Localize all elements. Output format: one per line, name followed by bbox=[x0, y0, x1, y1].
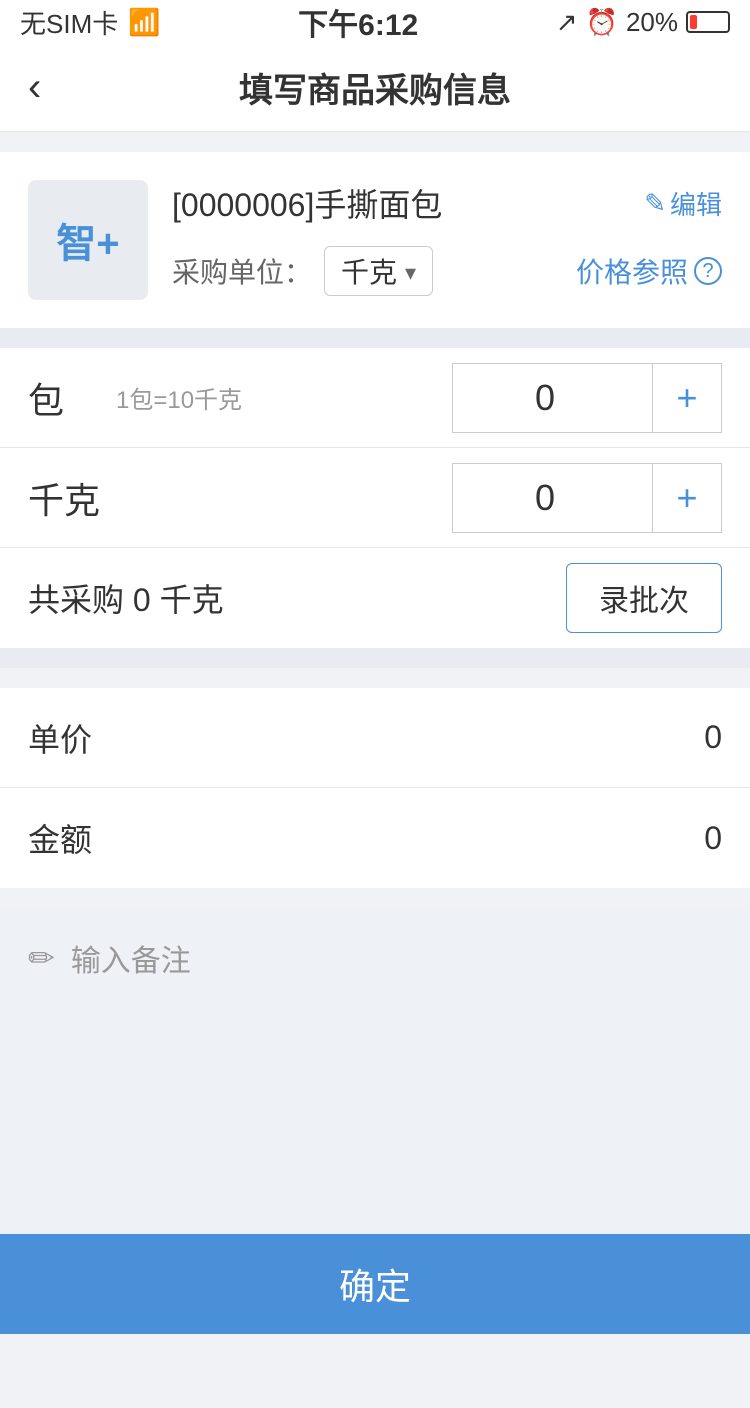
quantity-plus-kg[interactable]: + bbox=[652, 463, 722, 533]
status-right: ↗ ⏰ 20% bbox=[556, 7, 730, 38]
status-left: 无SIM卡 📶 bbox=[20, 4, 161, 41]
unit-value: 千克 bbox=[341, 251, 397, 291]
note-pencil-icon: ✏ bbox=[28, 939, 55, 977]
quantity-input-wrap-kg: + bbox=[452, 463, 722, 533]
divider-2 bbox=[0, 648, 750, 668]
total-text: 共采购 0 千克 bbox=[28, 575, 224, 621]
unit-price-value: 0 bbox=[704, 719, 722, 756]
alarm-icon: ⏰ bbox=[586, 7, 618, 38]
product-name: [0000006]手撕面包 bbox=[172, 180, 442, 226]
price-ref-label: 价格参照 bbox=[576, 251, 688, 291]
amount-value: 0 bbox=[704, 820, 722, 857]
product-image: 智+ bbox=[28, 180, 148, 300]
quantity-input-kg[interactable] bbox=[452, 463, 652, 533]
edit-label: 编辑 bbox=[670, 185, 722, 222]
unit-row: 采购单位： 千克 价格参照 ? bbox=[172, 246, 722, 296]
note-placeholder: 输入备注 bbox=[71, 936, 191, 980]
battery-icon bbox=[686, 11, 730, 33]
quantity-label-bag: 包 bbox=[28, 372, 108, 424]
quantity-row-bag: 包 1包=10千克 + bbox=[0, 348, 750, 448]
unit-dropdown[interactable]: 千克 bbox=[324, 246, 433, 296]
amount-label: 金额 bbox=[28, 815, 92, 861]
edit-button[interactable]: 编辑 bbox=[644, 185, 722, 222]
divider-1 bbox=[0, 328, 750, 348]
record-batch-button[interactable]: 录批次 bbox=[566, 563, 722, 633]
quantity-label-kg: 千克 bbox=[28, 472, 108, 524]
price-row-unit: 单价 0 bbox=[0, 688, 750, 788]
quantity-sublabel-bag: 1包=10千克 bbox=[116, 380, 452, 415]
product-card: 智+ [0000006]手撕面包 编辑 采购单位： 千克 bbox=[0, 152, 750, 328]
unit-label: 采购单位： bbox=[172, 251, 312, 291]
price-section: 单价 0 金额 0 bbox=[0, 688, 750, 888]
unit-selector-wrap: 采购单位： 千克 bbox=[172, 246, 433, 296]
pencil-icon bbox=[644, 188, 666, 219]
page-title: 填写商品采购信息 bbox=[239, 63, 511, 112]
product-info: [0000006]手撕面包 编辑 采购单位： 千克 价格参照 ? bbox=[172, 180, 722, 296]
confirm-button[interactable]: 确定 bbox=[0, 1234, 750, 1334]
wifi-icon: 📶 bbox=[128, 7, 160, 38]
total-row: 共采购 0 千克 录批次 bbox=[0, 548, 750, 648]
product-name-row: [0000006]手撕面包 编辑 bbox=[172, 180, 722, 226]
quantity-plus-bag[interactable]: + bbox=[652, 363, 722, 433]
quantity-section: 包 1包=10千克 + 千克 + bbox=[0, 348, 750, 548]
quantity-input-wrap-bag: + bbox=[452, 363, 722, 433]
price-row-amount: 金额 0 bbox=[0, 788, 750, 888]
back-button[interactable]: ‹ bbox=[28, 65, 41, 110]
quantity-row-kg: 千克 + bbox=[0, 448, 750, 548]
price-ref-button[interactable]: 价格参照 ? bbox=[576, 251, 722, 291]
quantity-input-bag[interactable] bbox=[452, 363, 652, 433]
help-icon: ? bbox=[694, 257, 722, 285]
chevron-down-icon bbox=[405, 255, 416, 287]
note-section[interactable]: ✏ 输入备注 bbox=[0, 908, 750, 1008]
product-logo: 智+ bbox=[56, 211, 119, 269]
battery-percent: 20% bbox=[626, 7, 678, 38]
header: ‹ 填写商品采购信息 bbox=[0, 44, 750, 132]
status-bar: 无SIM卡 📶 下午6:12 ↗ ⏰ 20% bbox=[0, 0, 750, 44]
sim-text: 无SIM卡 bbox=[20, 4, 118, 41]
unit-price-label: 单价 bbox=[28, 715, 92, 761]
status-time: 下午6:12 bbox=[298, 0, 418, 44]
location-icon: ↗ bbox=[556, 7, 578, 38]
